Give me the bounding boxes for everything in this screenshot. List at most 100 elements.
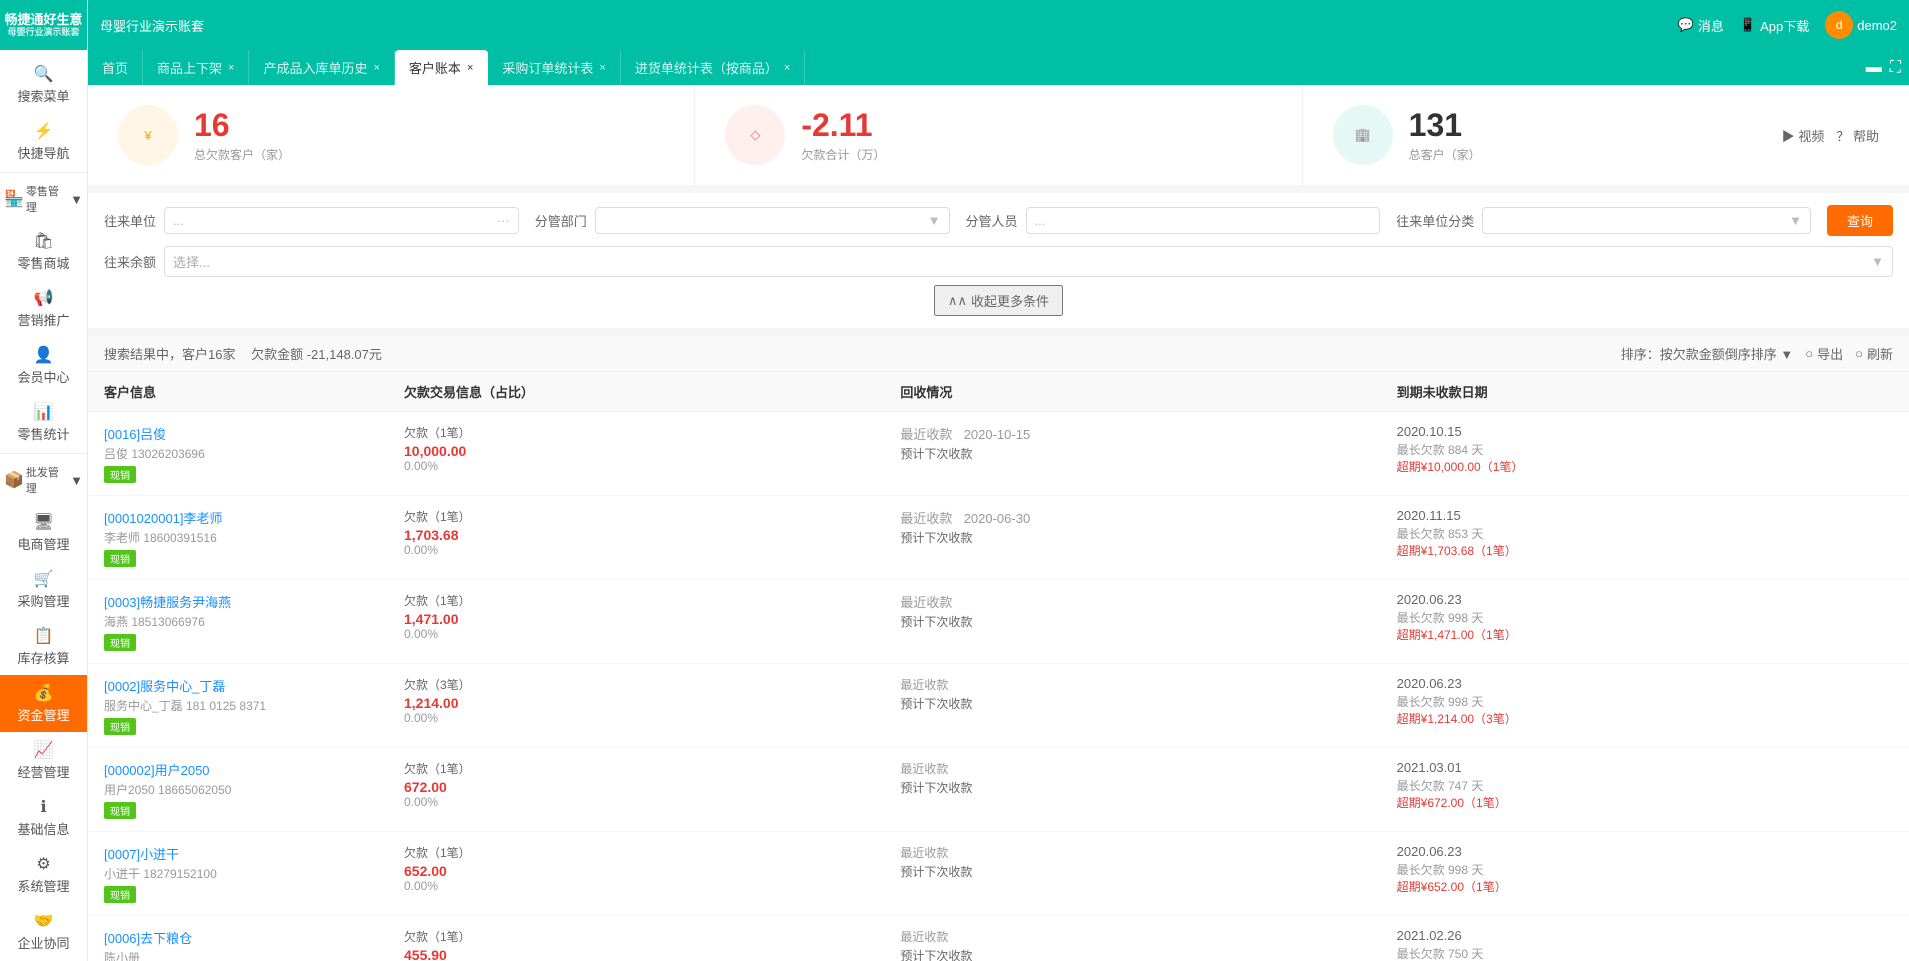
tab-close-customer-account[interactable]: × [467,62,473,74]
due-date-info-0: 2020.10.15 最长欠款 884 天 超期¥10,000.00（1笔） [1397,424,1893,475]
customer-name-0[interactable]: [0016]吕俊 [104,424,404,443]
sidebar-item-quick-nav[interactable]: ⚡ 快捷导航 [0,113,87,170]
refresh-btn[interactable]: ○ 刷新 [1855,344,1893,363]
filter-section: 往来单位 ... ··· 分管部门 ▼ 分管人员 ... [88,193,1909,328]
filter-unit-category: 往来单位分类 ▼ [1396,207,1811,234]
marketing-icon: 📢 [34,288,54,308]
user-avatar[interactable]: d demo2 [1825,11,1897,39]
sidebar-item-retail-mgmt[interactable]: 🏪 零售管理 ▼ [0,175,87,223]
stat-icon-customers: ¥ [118,105,178,165]
logo-text: 畅捷通好生意 母婴行业演示账套 [4,12,82,38]
batch-mgmt-icon: 📦 [4,470,24,490]
stat-label-amount: 欠款合计（万） [801,146,885,163]
customer-name-6[interactable]: [0006]去下粮仓 [104,928,404,947]
stat-label-customers: 总欠款客户（家） [194,146,290,163]
help-btn[interactable]: ？ 帮助 [1836,126,1879,145]
customer-tag-4: 现销 [104,802,136,819]
customer-name-3[interactable]: [0002]服务中心_丁磊 [104,676,404,695]
export-btn[interactable]: ○ 导出 [1805,344,1843,363]
overdue-amount-3: 超期¥1,214.00（3笔） [1397,710,1893,727]
tab-close-production-history[interactable]: × [373,62,379,74]
tab-close-inbound-stats[interactable]: × [784,62,790,74]
customer-name-1[interactable]: [0001020001]李老师 [104,508,404,527]
message-icon: 💬 [1678,17,1694,33]
sidebar-item-member[interactable]: 👤 会员中心 [0,337,87,394]
stat-label-total: 总客户（家） [1409,146,1481,163]
debt-info-0: 欠款（1笔） 10,000.00 0.00% [404,424,900,473]
due-date-3: 2020.06.23 [1397,676,1893,691]
arrow-icon2: ▼ [70,473,83,488]
quick-nav-icon: ⚡ [34,121,54,141]
sidebar-item-operations[interactable]: 📈 经营管理 [0,732,87,789]
tab-inbound-stats[interactable]: 进货单统计表（按商品） × [621,50,805,85]
table-container: 客户信息 欠款交易信息（占比） 回收情况 到期未收款日期 [0016]吕俊 吕俊… [88,372,1909,961]
recovery-label-6: 最近收款 [900,928,1396,945]
sidebar-item-retail-mall[interactable]: 🛍 零售商城 [0,223,87,280]
header-company: 母婴行业演示账套 [100,16,204,35]
message-btn[interactable]: 💬 消息 [1678,16,1724,35]
overdue-amount-0: 超期¥10,000.00（1笔） [1397,458,1893,475]
tab-close-purchase-order[interactable]: × [599,62,605,74]
debt-info-6: 欠款（1笔） 455.90 0.00% [404,928,900,961]
tab-close-product-status[interactable]: × [228,62,234,74]
debt-percent-0: 0.00% [404,459,900,473]
next-collection-5: 预计下次收款 [900,863,1396,880]
video-btn[interactable]: ▶ 视频 [1782,126,1825,145]
filter-department: 分管部门 ▼ [535,207,950,234]
search-button[interactable]: 查询 [1827,205,1893,236]
sidebar-item-purchase[interactable]: 🛒 采购管理 [0,561,87,618]
tab-production-history[interactable]: 产成品入库单历史 × [249,50,394,85]
sidebar-item-enterprise[interactable]: 🤝 企业协同 [0,903,87,960]
tab-minimize-icon[interactable]: ▬ [1866,59,1882,77]
tab-customer-account[interactable]: 客户账本 × [395,50,488,85]
customer-contact-1: 李老师 18600391516 [104,529,404,546]
header-right: 💬 消息 📱 App下载 d demo2 [1678,11,1897,39]
sidebar-item-marketing[interactable]: 📢 营销推广 [0,280,87,337]
source-unit-label: 往来单位 [104,211,156,230]
department-select[interactable]: ▼ [595,207,950,234]
recovery-info-5: 最近收款 预计下次收款 [900,844,1396,880]
tab-product-status[interactable]: 商品上下架 × [143,50,249,85]
filter-balance: 往来余额 选择... ▼ [104,246,1893,277]
customer-name-5[interactable]: [0007]小迸干 [104,844,404,863]
sidebar-item-finance[interactable]: 💰 资金管理 [0,675,87,732]
next-collection-0: 预计下次收款 [900,445,1396,462]
tab-bar: 首页 商品上下架 × 产成品入库单历史 × 客户账本 × 采购订单统计表 × 进… [88,50,1909,85]
recovery-label-1: 最近收款 2020-06-30 [900,508,1396,527]
unit-category-select[interactable]: ▼ [1482,207,1811,234]
sidebar-item-retail-stats[interactable]: 📊 零售统计 [0,394,87,451]
due-date-info-6: 2021.02.26 最长欠款 750 天 超期¥455.90（1笔） [1397,928,1893,961]
balance-label: 往来余额 [104,252,156,271]
retail-mgmt-icon: 🏪 [4,189,24,209]
source-unit-input[interactable]: ... ··· [164,207,519,234]
tab-maximize-icon[interactable]: ⛶ [1890,59,1901,77]
balance-select[interactable]: 选择... ▼ [164,246,1893,277]
sidebar-item-system[interactable]: ⚙ 系统管理 [0,846,87,903]
sidebar-item-basic-info[interactable]: ℹ 基础信息 [0,789,87,846]
balance-arrow-icon: ▼ [1871,254,1884,269]
sort-label[interactable]: 排序：按欠款金额倒序排序 ▼ [1621,344,1794,363]
customer-contact-4: 用户2050 18665062050 [104,781,404,798]
filter-row-1: 往来单位 ... ··· 分管部门 ▼ 分管人员 ... [104,205,1893,236]
customer-name-4[interactable]: [000002]用户2050 [104,760,404,779]
stat-icon-amount: ◇ [725,105,785,165]
collapse-button[interactable]: ∧∧ 收起更多条件 [934,285,1063,316]
customer-name-2[interactable]: [0003]畅捷服务尹海燕 [104,592,404,611]
operations-icon: 📈 [34,740,54,760]
sidebar-item-ecommerce[interactable]: 🖥 电商管理 [0,504,87,561]
tab-home[interactable]: 首页 [88,50,143,85]
debt-amount-2: 1,471.00 [404,611,900,627]
app-download-btn[interactable]: 📱 App下载 [1740,16,1809,35]
recovery-info-2: 最近收款 预计下次收款 [900,592,1396,630]
manager-input[interactable]: ... [1026,207,1381,234]
table-row: [0007]小迸干 小迸干 18279152100 现销 欠款（1笔） 652.… [88,832,1909,916]
search-menu-icon: 🔍 [34,64,54,84]
due-date-info-1: 2020.11.15 最长欠款 853 天 超期¥1,703.68（1笔） [1397,508,1893,559]
debt-amount-6: 455.90 [404,947,900,961]
recovery-label-0: 最近收款 2020-10-15 [900,424,1396,443]
tab-purchase-order[interactable]: 采购订单统计表 × [488,50,620,85]
sidebar-item-search-menu[interactable]: 🔍 搜索菜单 [0,56,87,113]
customer-tag-5: 现销 [104,886,136,903]
sidebar-item-inventory[interactable]: 📋 库存核算 [0,618,87,675]
sidebar-item-batch-mgmt[interactable]: 📦 批发管理 ▼ [0,456,87,504]
